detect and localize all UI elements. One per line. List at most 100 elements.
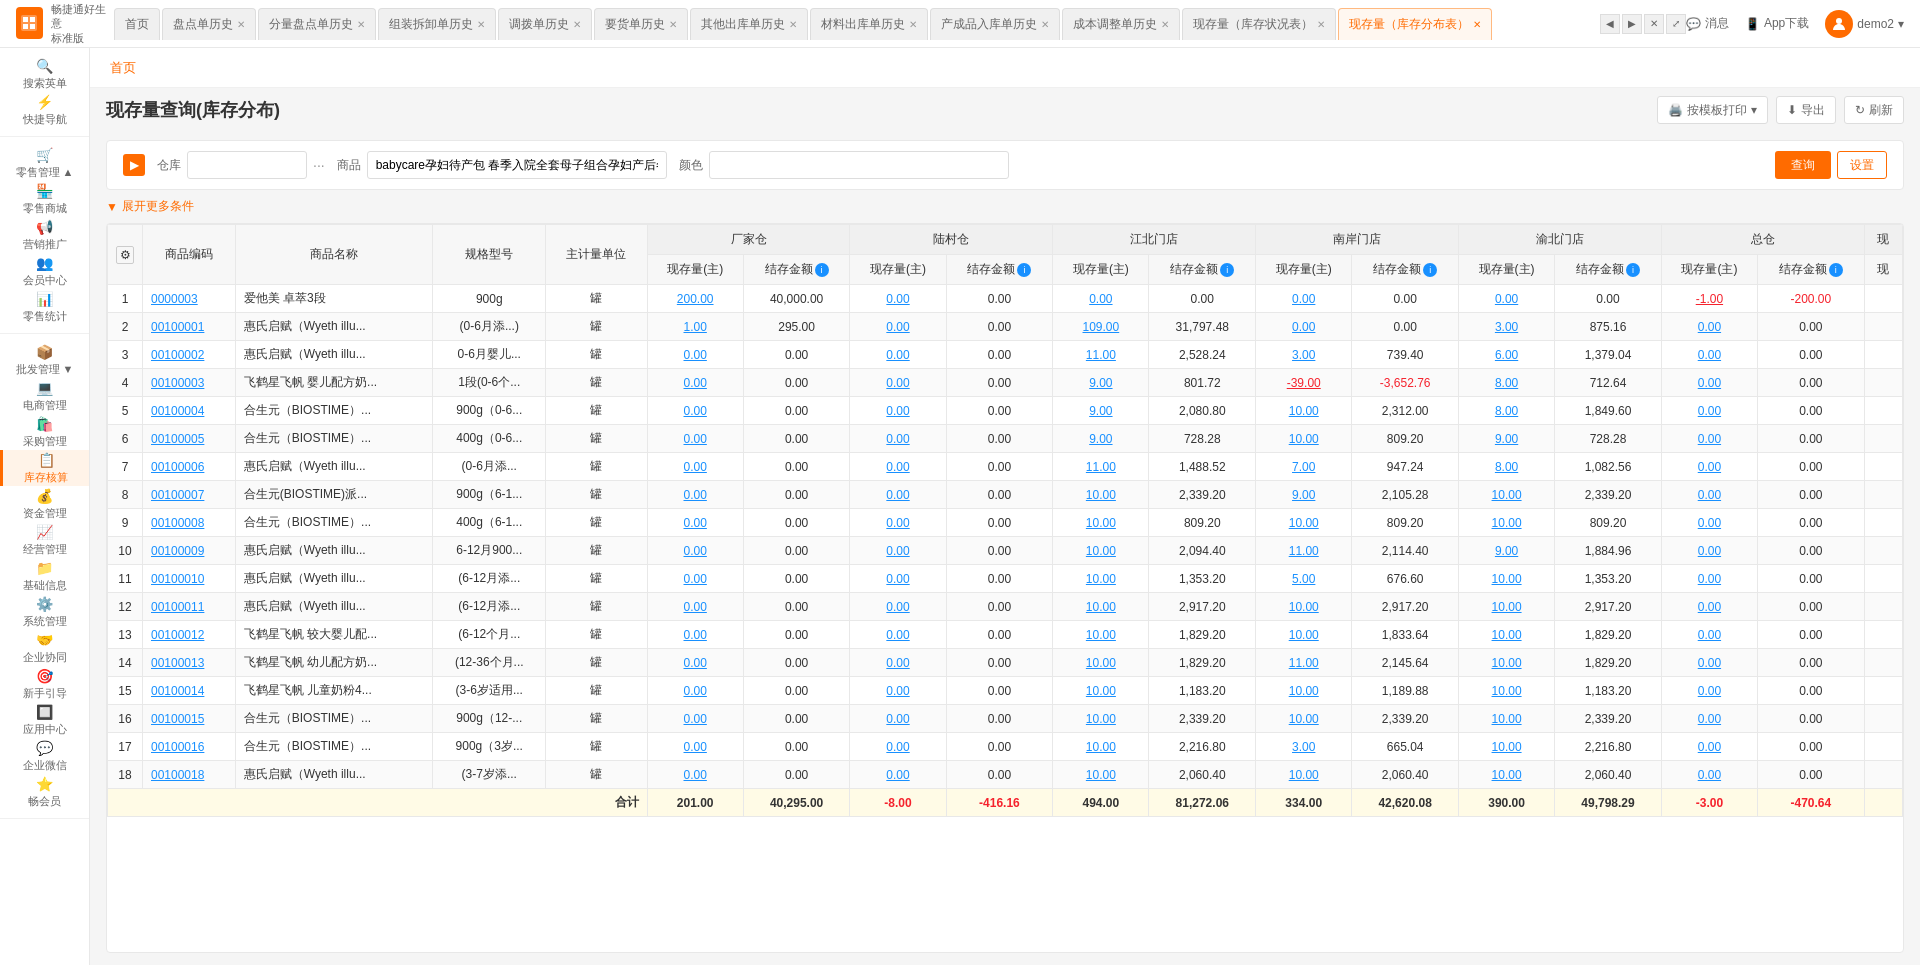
td-code[interactable]: 00100012 [143,621,236,649]
nav-tab-home[interactable]: 首页 [114,8,160,40]
tab-prev-btn[interactable]: ◀ [1600,14,1620,34]
sidebar-item-operations[interactable]: 📈 经营管理 [0,522,89,558]
td-yb-qty[interactable]: 8.00 [1458,453,1554,481]
td-na-qty[interactable]: 3.00 [1256,341,1352,369]
goods-input[interactable] [367,151,667,179]
td-f-qty[interactable]: 0.00 [647,425,743,453]
toggle-btn[interactable]: ▶ [123,154,145,176]
td-code[interactable]: 00100015 [143,705,236,733]
td-code[interactable]: 00100002 [143,341,236,369]
close-icon[interactable]: ✕ [477,19,485,30]
td-yb-qty[interactable]: 8.00 [1458,397,1554,425]
td-na-qty[interactable]: 11.00 [1256,537,1352,565]
close-icon[interactable]: ✕ [1161,19,1169,30]
td-f-qty[interactable]: 1.00 [647,313,743,341]
td-tot-qty[interactable]: 0.00 [1661,425,1757,453]
td-code[interactable]: 0000003 [143,285,236,313]
td-code[interactable]: 00100006 [143,453,236,481]
td-jb-qty[interactable]: 10.00 [1053,649,1149,677]
td-tot-qty[interactable]: 0.00 [1661,369,1757,397]
td-tot-qty[interactable]: 0.00 [1661,453,1757,481]
td-yb-qty[interactable]: 10.00 [1458,593,1554,621]
td-f-qty[interactable]: 0.00 [647,761,743,789]
nav-tab-5[interactable]: 要货单历史 ✕ [594,8,688,40]
td-yb-qty[interactable]: 10.00 [1458,649,1554,677]
td-f-qty[interactable]: 0.00 [647,369,743,397]
td-tot-qty[interactable]: 0.00 [1661,593,1757,621]
td-na-qty[interactable]: 9.00 [1256,481,1352,509]
nav-tab-6[interactable]: 其他出库单历史 ✕ [690,8,808,40]
td-l-qty[interactable]: 0.00 [850,705,946,733]
td-jb-qty[interactable]: 11.00 [1053,341,1149,369]
nav-home[interactable]: 首页 [106,48,140,88]
td-l-qty[interactable]: 0.00 [850,481,946,509]
td-yb-qty[interactable]: 10.00 [1458,761,1554,789]
sidebar-item-guide[interactable]: 🎯 新手引导 [0,666,89,702]
close-icon[interactable]: ✕ [357,19,365,30]
td-yb-qty[interactable]: 3.00 [1458,313,1554,341]
td-jb-qty[interactable]: 10.00 [1053,565,1149,593]
tab-expand-btn[interactable]: ⤢ [1666,14,1686,34]
td-na-qty[interactable]: -39.00 [1256,369,1352,397]
td-jb-qty[interactable]: 10.00 [1053,761,1149,789]
user-profile-btn[interactable]: demo2 ▾ [1825,10,1904,38]
close-icon[interactable]: ✕ [237,19,245,30]
td-code[interactable]: 00100009 [143,537,236,565]
sidebar-item-retail-mall[interactable]: 🏪 零售商城 [0,181,89,217]
td-l-qty[interactable]: 0.00 [850,593,946,621]
sidebar-item-search[interactable]: 🔍 搜索英单 [0,56,89,92]
sidebar-item-apps[interactable]: 🔲 应用中心 [0,702,89,738]
td-code[interactable]: 00100016 [143,733,236,761]
td-tot-qty[interactable]: 0.00 [1661,677,1757,705]
td-f-qty[interactable]: 0.00 [647,677,743,705]
color-input[interactable] [709,151,1009,179]
td-f-qty[interactable]: 0.00 [647,509,743,537]
sidebar-item-wholesale[interactable]: 📦 批发管理 ▼ [0,342,89,378]
td-jb-qty[interactable]: 9.00 [1053,425,1149,453]
td-tot-qty[interactable]: 0.00 [1661,481,1757,509]
td-f-qty[interactable]: 0.00 [647,593,743,621]
td-yb-qty[interactable]: 10.00 [1458,705,1554,733]
td-code[interactable]: 00100004 [143,397,236,425]
td-na-qty[interactable]: 10.00 [1256,397,1352,425]
td-jb-qty[interactable]: 10.00 [1053,509,1149,537]
td-na-qty[interactable]: 7.00 [1256,453,1352,481]
td-na-qty[interactable]: 10.00 [1256,705,1352,733]
td-tot-qty[interactable]: 0.00 [1661,397,1757,425]
sidebar-item-vip[interactable]: ⭐ 畅会员 [0,774,89,810]
td-code[interactable]: 00100010 [143,565,236,593]
nav-tab-3[interactable]: 组装拆卸单历史 ✕ [378,8,496,40]
td-f-qty[interactable]: 0.00 [647,537,743,565]
td-l-qty[interactable]: 0.00 [850,537,946,565]
app-download-btn[interactable]: 📱 App下载 [1745,15,1809,32]
f-amt-info-icon[interactable]: i [815,263,829,277]
sidebar-item-members[interactable]: 👥 会员中心 [0,253,89,289]
td-jb-qty[interactable]: 10.00 [1053,621,1149,649]
td-jb-qty[interactable]: 10.00 [1053,733,1149,761]
td-code[interactable]: 00100008 [143,509,236,537]
nav-tab-4[interactable]: 调拨单历史 ✕ [498,8,592,40]
td-na-qty[interactable]: 10.00 [1256,593,1352,621]
td-na-qty[interactable]: 3.00 [1256,733,1352,761]
td-yb-qty[interactable]: 10.00 [1458,481,1554,509]
warehouse-input[interactable] [187,151,307,179]
sidebar-item-purchase[interactable]: 🛍️ 采购管理 [0,414,89,450]
td-l-qty[interactable]: 0.00 [850,565,946,593]
td-l-qty[interactable]: 0.00 [850,509,946,537]
sidebar-item-inventory[interactable]: 📋 库存核算 [0,450,89,486]
td-code[interactable]: 00100005 [143,425,236,453]
td-f-qty[interactable]: 0.00 [647,733,743,761]
close-icon[interactable]: ✕ [573,19,581,30]
td-l-qty[interactable]: 0.00 [850,397,946,425]
td-f-qty[interactable]: 0.00 [647,453,743,481]
sidebar-item-system[interactable]: ⚙️ 系统管理 [0,594,89,630]
td-na-qty[interactable]: 10.00 [1256,761,1352,789]
td-yb-qty[interactable]: 9.00 [1458,425,1554,453]
print-btn[interactable]: 🖨️ 按模板打印 ▾ [1657,96,1768,124]
close-icon[interactable]: ✕ [1041,19,1049,30]
td-code[interactable]: 00100018 [143,761,236,789]
td-yb-qty[interactable]: 10.00 [1458,677,1554,705]
td-l-qty[interactable]: 0.00 [850,761,946,789]
td-l-qty[interactable]: 0.00 [850,649,946,677]
td-f-qty[interactable]: 200.00 [647,285,743,313]
